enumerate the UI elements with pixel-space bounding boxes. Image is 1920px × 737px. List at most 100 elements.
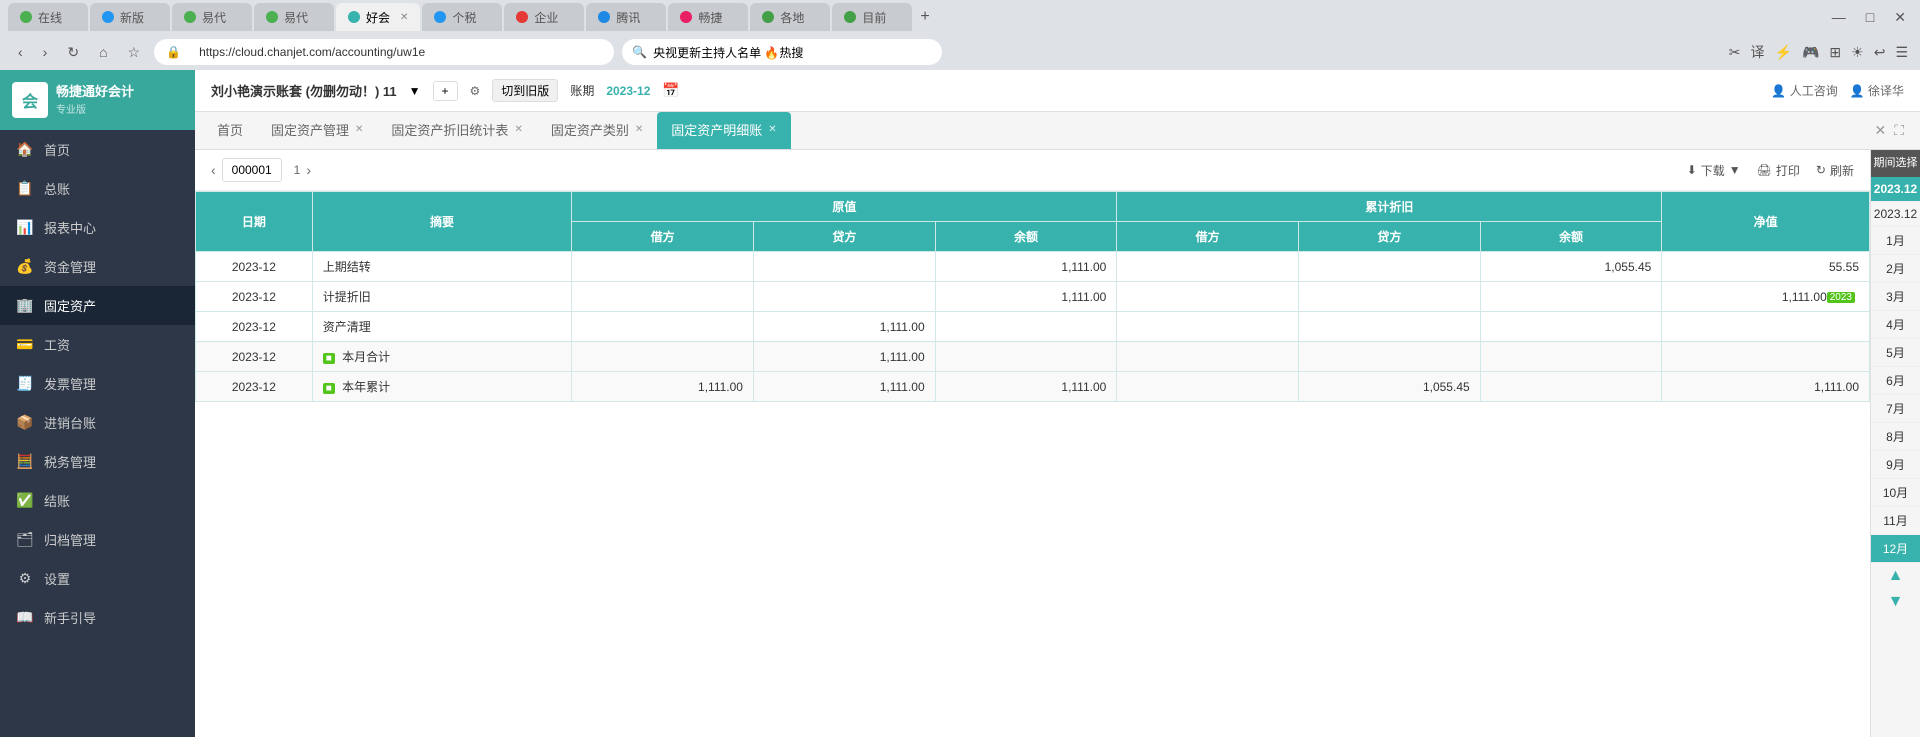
period-item-1[interactable]: 1月 [1871,227,1920,255]
sidebar-item-ledger[interactable]: 📋 总账 [0,169,195,208]
tab-dep-close[interactable]: ✕ [514,124,522,135]
col-original-value: 原值 [572,192,1117,222]
tab-maximize[interactable]: ⛶ [1894,122,1904,139]
top-area: 刘小艳演示账套 (勿删勿动！) 11 ▼ + ⚙ 切到旧版 账期 2023-12… [195,70,1920,737]
prev-page-button[interactable]: ‹ [211,162,216,178]
row1-date: 2023-12 [196,252,313,282]
sidebar-item-inventory[interactable]: 📦 进销台账 [0,403,195,442]
sidebar-item-closing[interactable]: ✅ 结账 [0,481,195,520]
period-item-9[interactable]: 9月 [1871,451,1920,479]
browser-tab-4[interactable]: 易代 [254,3,334,31]
maximize-button[interactable]: □ [1860,7,1880,27]
period-item-10[interactable]: 10月 [1871,479,1920,507]
sidebar-item-payroll[interactable]: 💳 工资 [0,325,195,364]
print-button[interactable]: 🖨 打印 [1757,162,1800,179]
back-button[interactable]: ‹ [12,42,29,62]
tab-asset-detail-ledger[interactable]: 固定资产明细账 ✕ [657,112,790,149]
period-item-4[interactable]: 4月 [1871,311,1920,339]
undo-icon[interactable]: ↩ [1874,44,1886,61]
page-number-input[interactable] [222,158,282,182]
sidebar-item-archive-label: 归档管理 [44,530,96,549]
scroll-down-button[interactable]: ▼ [1871,589,1920,615]
browser-tab-1[interactable]: 在线 [8,3,88,31]
minimize-button[interactable]: — [1826,7,1852,27]
row5-date: 2023-12 [196,372,313,402]
page-navigation: ‹ 1 › [211,158,311,182]
close-button[interactable]: ✕ [1888,7,1912,28]
browser-tab-5-close[interactable]: ✕ [400,12,408,23]
sidebar-item-archive[interactable]: 🗂 归档管理 [0,520,195,559]
grid-icon[interactable]: ⊞ [1829,44,1841,61]
period-item-2023-12-header[interactable]: 2023.12 [1871,177,1920,202]
browser-tab-9[interactable]: 畅捷 [668,3,748,31]
refresh-button[interactable]: ↻ 刷新 [1816,162,1854,179]
translate-icon[interactable]: 译 [1751,42,1765,62]
browser-tab-2[interactable]: 新版 [90,3,170,31]
sidebar-item-funds[interactable]: 💰 资金管理 [0,247,195,286]
browser-tab-3[interactable]: 易代 [172,3,252,31]
sun-icon[interactable]: ☀ [1851,44,1864,61]
next-page-button[interactable]: › [306,162,311,178]
tab-cat-close[interactable]: ✕ [635,124,643,135]
tab-home-label: 首页 [217,120,243,139]
period-item-2[interactable]: 2月 [1871,255,1920,283]
sidebar-item-tax[interactable]: 🧮 税务管理 [0,442,195,481]
settings-topbar-button[interactable]: ⚙ [470,84,481,98]
bookmark-button[interactable]: ☆ [122,42,147,63]
tab-detail-close[interactable]: ✕ [768,124,776,135]
row4-net-value [1662,342,1870,372]
browser-tab-6[interactable]: 个税 [422,3,502,31]
sidebar-item-invoice[interactable]: 🧾 发票管理 [0,364,195,403]
tab-depreciation-stat[interactable]: 固定资产折旧统计表 ✕ [377,112,536,149]
row1-net-value: 55.55 [1662,252,1870,282]
row1-dep-debit [1117,252,1299,282]
tab-fam-close[interactable]: ✕ [355,124,363,135]
period-item-3[interactable]: 3月 [1871,283,1920,311]
sidebar-item-reports[interactable]: 📊 报表中心 [0,208,195,247]
tab-fixed-asset-management[interactable]: 固定资产管理 ✕ [257,112,377,149]
help-button[interactable]: 👤 人工咨询 [1771,82,1837,99]
user-avatar[interactable]: 👤 徐译华 [1850,82,1904,99]
scroll-up-button[interactable]: ▲ [1871,563,1920,589]
add-company-button[interactable]: + [433,81,458,101]
period-value: 2023-12 [606,84,650,98]
period-item-11[interactable]: 11月 [1871,507,1920,535]
row3-date: 2023-12 [196,312,313,342]
tab-close-current[interactable]: ✕ [1874,122,1886,139]
col-summary: 摘要 [312,192,572,252]
tab-home[interactable]: 首页 [203,112,257,149]
switch-version-button[interactable]: 切到旧版 [492,79,558,102]
download-button[interactable]: ⬇ 下载 ▼ [1687,162,1741,179]
menu-icon[interactable]: ☰ [1895,44,1908,61]
extension-icon[interactable]: ⚡ [1775,44,1792,61]
browser-tab-8[interactable]: 腾讯 [586,3,666,31]
period-item-8[interactable]: 8月 [1871,423,1920,451]
home-button[interactable]: ⌂ [93,42,113,62]
browser-tab-10[interactable]: 各地 [750,3,830,31]
new-tab-button[interactable]: + [914,6,935,28]
period-item-6[interactable]: 6月 [1871,367,1920,395]
ledger-table: 日期 摘要 原值 累计折旧 净值 借方 贷方 余额 借方 贷方 余额 [195,191,1870,402]
sidebar-item-guide[interactable]: 📖 新手引导 [0,598,195,637]
tab-asset-category[interactable]: 固定资产类别 ✕ [537,112,657,149]
period-item-7[interactable]: 7月 [1871,395,1920,423]
refresh-icon: ↻ [1816,163,1826,177]
sidebar-item-guide-label: 新手引导 [44,608,96,627]
sidebar-item-home[interactable]: 🏠 首页 [0,130,195,169]
sidebar-item-settings[interactable]: ⚙ 设置 [0,559,195,598]
refresh-browser-button[interactable]: ↻ [61,42,85,63]
browser-tab-7[interactable]: 企业 [504,3,584,31]
game-icon[interactable]: 🎮 [1802,44,1819,61]
forward-button[interactable]: › [37,42,54,62]
browser-tab-5[interactable]: 好会 ✕ [336,3,420,31]
row3-orig-debit [572,312,754,342]
period-item-2023-12[interactable]: 2023.12 [1871,202,1920,227]
period-item-12[interactable]: 12月 [1871,535,1920,563]
calendar-icon[interactable]: 📅 [662,82,679,99]
scissors-icon[interactable]: ✂ [1729,44,1741,61]
browser-tab-11[interactable]: 目前 [832,3,912,31]
period-item-5[interactable]: 5月 [1871,339,1920,367]
row3-dep-credit [1299,312,1481,342]
address-input[interactable] [187,39,602,65]
sidebar-item-fixed-assets[interactable]: 🏢 固定资产 [0,286,195,325]
